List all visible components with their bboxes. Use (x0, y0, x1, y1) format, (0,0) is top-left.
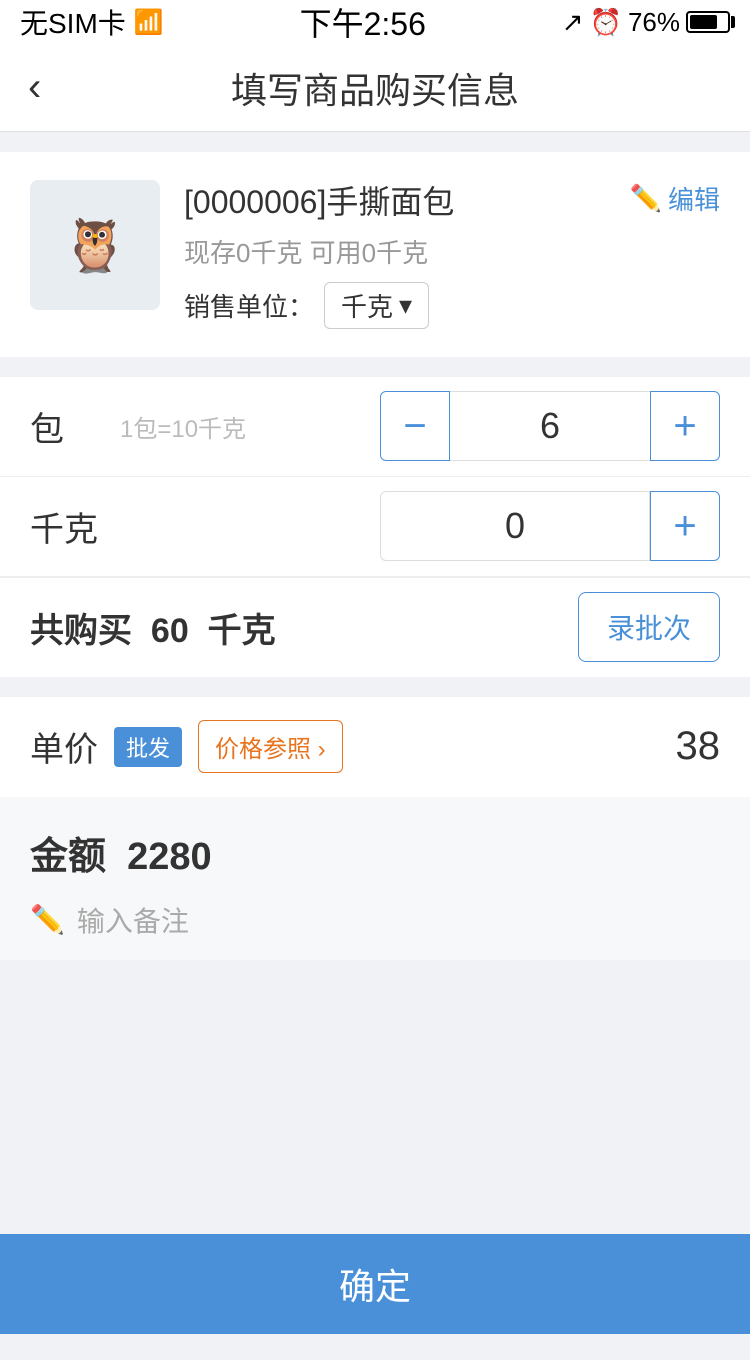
edit-icon: ✏️ (630, 183, 662, 214)
confirm-button[interactable]: 确定 (0, 1234, 750, 1334)
empty-space (0, 960, 750, 1260)
kg-label: 千克 (30, 502, 110, 551)
amount-label: 金额 (30, 836, 106, 878)
nav-bar: ‹ 填写商品购买信息 (0, 44, 750, 132)
amount-row: 金额 2280 (30, 825, 720, 900)
bag-label: 包 (30, 402, 110, 451)
bag-plus-button[interactable]: + (650, 391, 720, 461)
pencil-icon: ✏️ (30, 903, 65, 936)
page-title: 填写商品购买信息 (231, 62, 519, 114)
kg-row: 千克 + (0, 477, 750, 577)
status-time: 下午2:56 (300, 0, 426, 45)
status-right: ↗ ⏰ 76% (562, 7, 730, 38)
unit-value: 千克 (341, 287, 393, 324)
bag-qty-input[interactable] (450, 391, 650, 461)
product-thumbnail: 🦉 (30, 180, 160, 310)
bag-minus-button[interactable]: − (380, 391, 450, 461)
back-button[interactable]: ‹ (28, 65, 41, 110)
product-card: 🦉 [0000006]手撕面包 现存0千克 可用0千克 销售单位： 千克 ▾ ✏… (0, 152, 750, 357)
total-text: 共购买 60 千克 (30, 603, 276, 652)
bag-row: 包 1包=10千克 − + (0, 377, 750, 477)
owl-logo-icon: 🦉 (63, 215, 128, 276)
total-amount: 60 (151, 612, 189, 650)
edit-label: 编辑 (668, 180, 720, 217)
input-section: 包 1包=10千克 − + 千克 + 共购买 60 千克 录批次 (0, 377, 750, 677)
unit-select[interactable]: 千克 ▾ (324, 282, 429, 329)
wifi-icon: 📶 (134, 8, 164, 37)
unit-label: 销售单位： (184, 287, 314, 324)
total-prefix: 共购买 (30, 612, 132, 650)
carrier-text: 无SIM卡 (20, 2, 126, 42)
price-row: 单价 批发 价格参照 › 38 (0, 697, 750, 797)
location-icon: ↗ (562, 7, 584, 38)
battery-icon (686, 11, 730, 33)
product-unit-row: 销售单位： 千克 ▾ (184, 282, 720, 329)
product-stock: 现存0千克 可用0千克 (184, 233, 720, 270)
price-value: 38 (676, 724, 721, 769)
dropdown-icon: ▾ (399, 290, 412, 321)
alarm-icon: ⏰ (590, 7, 622, 38)
total-row: 共购买 60 千克 录批次 (0, 577, 750, 677)
kg-qty-control: + (380, 491, 720, 561)
remark-placeholder: 输入备注 (77, 900, 189, 940)
remark-row[interactable]: ✏️ 输入备注 (30, 900, 720, 960)
batch-button[interactable]: 录批次 (578, 592, 720, 662)
amount-value: 2280 (127, 836, 212, 878)
status-left: 无SIM卡 📶 (20, 2, 164, 42)
battery-percent: 76% (628, 7, 680, 38)
edit-button[interactable]: ✏️ 编辑 (630, 180, 720, 217)
kg-plus-button[interactable]: + (650, 491, 720, 561)
status-bar: 无SIM卡 📶 下午2:56 ↗ ⏰ 76% (0, 0, 750, 44)
price-ref-button[interactable]: 价格参照 › (198, 720, 343, 773)
amount-section: 金额 2280 ✏️ 输入备注 (0, 797, 750, 960)
price-section: 单价 批发 价格参照 › 38 (0, 697, 750, 797)
price-tag: 批发 (114, 727, 182, 767)
price-label: 单价 (30, 722, 98, 771)
bag-qty-control: − + (380, 391, 720, 461)
bag-hint: 1包=10千克 (120, 409, 380, 444)
total-suffix: 千克 (208, 612, 276, 650)
kg-qty-input[interactable] (380, 491, 650, 561)
